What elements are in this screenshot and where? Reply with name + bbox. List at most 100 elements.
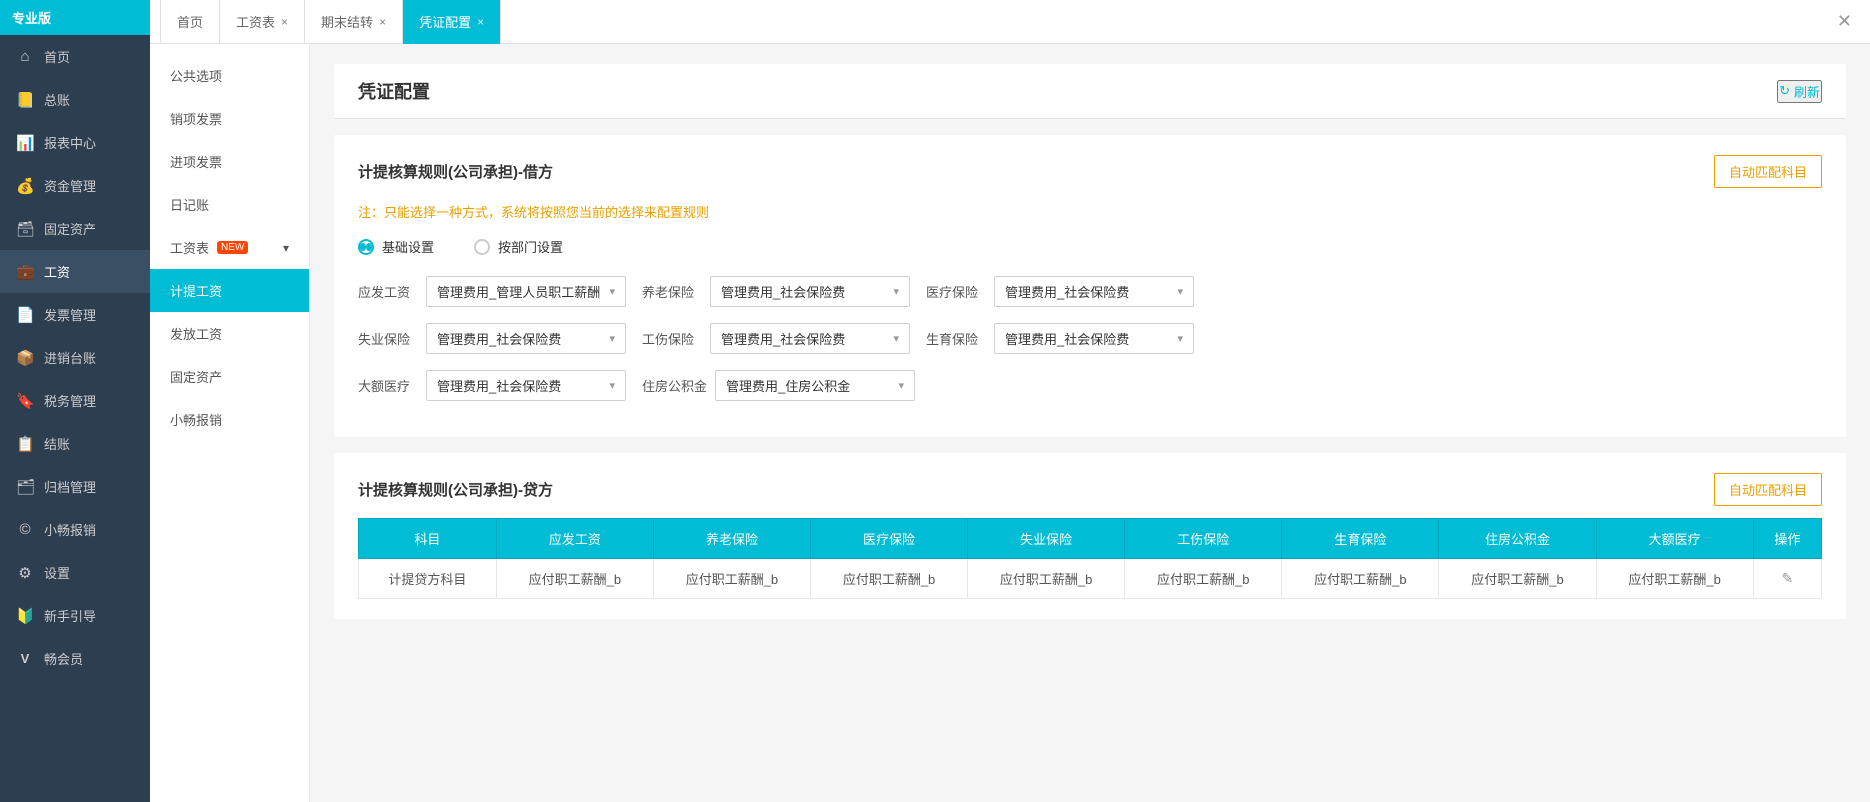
shengyu-label: 生育保险 <box>926 329 986 348</box>
yiliao-arrow-icon: ▾ <box>1177 285 1183 298</box>
left-nav-public[interactable]: 公共选项 <box>150 54 309 97</box>
ledger-icon: 📒 <box>16 91 34 109</box>
td-yiliao: 应付职工薪酬_b <box>811 559 968 599</box>
th-shengyu: 生育保险 <box>1282 519 1439 559</box>
sidebar-item-settings[interactable]: ⚙ 设置 <box>0 551 150 594</box>
section1-title-bar: 计提核算规则(公司承担)-借方 自动匹配科目 <box>358 155 1822 188</box>
payroll-icon: 💼 <box>16 263 34 281</box>
field-yanglao-insurance: 养老保险 管理费用_社会保险费 ▾ <box>642 276 910 307</box>
main-area: 首页 工资表 × 期末结转 × 凭证配置 × ✕ 公共选项 销项发票 进项发票 <box>150 0 1870 802</box>
yanglao-select[interactable]: 管理费用_社会保险费 ▾ <box>710 276 910 307</box>
left-nav-purchase-invoice-label: 进项发票 <box>170 152 222 171</box>
yingfa-wages-select[interactable]: 管理费用_管理人员职工薪酬 ▾ <box>426 276 626 307</box>
th-gongshang: 工伤保险 <box>1125 519 1282 559</box>
sidebar-item-home[interactable]: ⌂ 首页 <box>0 35 150 78</box>
settlement-icon: 📋 <box>16 435 34 453</box>
field-housing-fund: 住房公积金 管理费用_住房公积金 ▾ <box>642 370 915 401</box>
finance-icon: 💰 <box>16 177 34 195</box>
edit-row-icon[interactable]: ✎ <box>1781 570 1793 586</box>
sidebar: 专业版 ⌂ 首页 📒 总账 📊 报表中心 💰 资金管理 🗃 固定资产 💼 工资 … <box>0 0 150 802</box>
housing-fund-select[interactable]: 管理费用_住房公积金 ▾ <box>715 370 915 401</box>
left-nav-fixed-assets[interactable]: 固定资产 <box>150 355 309 398</box>
refresh-button[interactable]: ↻ 刷新 <box>1777 80 1822 103</box>
section1-title: 计提核算规则(公司承担)-借方 <box>358 161 553 182</box>
td-subject: 计提贷方科目 <box>359 559 497 599</box>
tab-period-close[interactable]: 期末结转 × <box>305 0 403 44</box>
yiliao-select[interactable]: 管理费用_社会保险费 ▾ <box>994 276 1194 307</box>
sidebar-item-label: 总账 <box>44 90 70 109</box>
sidebar-item-archive[interactable]: 🗂 归档管理 <box>0 465 150 508</box>
tab-voucher-config-close[interactable]: × <box>477 15 484 29</box>
sidebar-item-label: 结账 <box>44 434 70 453</box>
left-nav-fixed-assets-label: 固定资产 <box>170 367 222 386</box>
left-nav-calc-payroll[interactable]: 计提工资 <box>150 269 309 312</box>
td-yanglao: 应付职工薪酬_b <box>653 559 810 599</box>
right-content: 凭证配置 ↻ 刷新 计提核算规则(公司承担)-借方 自动匹配科目 注：只能选择一… <box>310 44 1870 802</box>
sidebar-item-purchase-sales[interactable]: 📦 进销台账 <box>0 336 150 379</box>
yanglao-value: 管理费用_社会保险费 <box>721 282 885 301</box>
debit-form-row-3: 大额医疗 管理费用_社会保险费 ▾ 住房公积金 管理费用_住房公积金 ▾ <box>358 370 1822 401</box>
td-gongshang: 应付职工薪酬_b <box>1125 559 1282 599</box>
xiaochangbao-icon: © <box>16 521 34 538</box>
daeyiliao-select[interactable]: 管理费用_社会保险费 ▾ <box>426 370 626 401</box>
new-badge: NEW <box>217 241 248 254</box>
sidebar-item-tax[interactable]: 🔖 税务管理 <box>0 379 150 422</box>
daeyiliao-arrow-icon: ▾ <box>609 379 615 392</box>
left-nav-payroll-table[interactable]: 工资表 NEW ▾ <box>150 226 309 269</box>
sidebar-item-label: 畅会员 <box>44 649 83 668</box>
auto-match-debit-button[interactable]: 自动匹配科目 <box>1714 155 1822 188</box>
shiye-arrow-icon: ▾ <box>609 332 615 345</box>
tab-period-close-label: 期末结转 <box>321 12 373 31</box>
tab-payroll-label: 工资表 <box>236 12 275 31</box>
basic-setting-radio[interactable]: 基础设置 <box>358 237 434 256</box>
sidebar-item-label: 小畅报销 <box>44 520 96 539</box>
tab-payroll[interactable]: 工资表 × <box>220 0 305 44</box>
auto-match-credit-button[interactable]: 自动匹配科目 <box>1714 473 1822 506</box>
sidebar-item-member[interactable]: V 畅会员 <box>0 637 150 680</box>
assets-icon: 🗃 <box>16 220 34 238</box>
daeyiliao-value: 管理费用_社会保险费 <box>437 376 601 395</box>
sidebar-item-xiaochangbao[interactable]: © 小畅报销 <box>0 508 150 551</box>
sidebar-item-general-ledger[interactable]: 📒 总账 <box>0 78 150 121</box>
td-shengyu: 应付职工薪酬_b <box>1282 559 1439 599</box>
shiye-select[interactable]: 管理费用_社会保险费 ▾ <box>426 323 626 354</box>
sidebar-item-label: 进销台账 <box>44 348 96 367</box>
sidebar-item-payroll[interactable]: 💼 工资 <box>0 250 150 293</box>
shengyu-select[interactable]: 管理费用_社会保险费 ▾ <box>994 323 1194 354</box>
left-nav-sales-invoice[interactable]: 销项发票 <box>150 97 309 140</box>
sidebar-item-label: 设置 <box>44 563 70 582</box>
credit-rules-table: 科目 应发工资 养老保险 医疗保险 失业保险 工伤保险 生育保险 住房公积金 大… <box>358 518 1822 599</box>
left-nav-xiaochangbao[interactable]: 小畅报销 <box>150 398 309 441</box>
left-nav-issue-payroll-label: 发放工资 <box>170 324 222 343</box>
field-gongshang-insurance: 工伤保险 管理费用_社会保险费 ▾ <box>642 323 910 354</box>
housing-fund-value: 管理费用_住房公积金 <box>726 376 890 395</box>
yanglao-arrow-icon: ▾ <box>893 285 899 298</box>
sidebar-item-guide[interactable]: 🔰 新手引导 <box>0 594 150 637</box>
th-action: 操作 <box>1753 519 1821 559</box>
td-shiye: 应付职工薪酬_b <box>968 559 1125 599</box>
sidebar-item-label: 新手引导 <box>44 606 96 625</box>
left-nav-journal[interactable]: 日记账 <box>150 183 309 226</box>
td-action[interactable]: ✎ <box>1753 559 1821 599</box>
field-yiliao-insurance: 医疗保险 管理费用_社会保险费 ▾ <box>926 276 1194 307</box>
sidebar-item-invoice[interactable]: 📄 发票管理 <box>0 293 150 336</box>
tab-payroll-close[interactable]: × <box>281 15 288 29</box>
yiliao-value: 管理费用_社会保险费 <box>1005 282 1169 301</box>
sidebar-item-fixed-assets[interactable]: 🗃 固定资产 <box>0 207 150 250</box>
sidebar-item-reports[interactable]: 📊 报表中心 <box>0 121 150 164</box>
left-nav-purchase-invoice[interactable]: 进项发票 <box>150 140 309 183</box>
sidebar-item-finance[interactable]: 💰 资金管理 <box>0 164 150 207</box>
th-daeyiliao: 大额医疗 <box>1596 519 1753 559</box>
tab-period-close-close[interactable]: × <box>379 15 386 29</box>
gongshang-select[interactable]: 管理费用_社会保险费 ▾ <box>710 323 910 354</box>
th-yingfa: 应发工资 <box>496 519 653 559</box>
tab-home[interactable]: 首页 <box>160 0 220 44</box>
left-nav-payroll-table-label: 工资表 <box>170 238 209 257</box>
department-setting-radio[interactable]: 按部门设置 <box>474 237 563 256</box>
left-nav-issue-payroll[interactable]: 发放工资 <box>150 312 309 355</box>
tab-voucher-config[interactable]: 凭证配置 × <box>403 0 501 44</box>
reports-icon: 📊 <box>16 134 34 152</box>
sidebar-item-settlement[interactable]: 📋 结账 <box>0 422 150 465</box>
close-all-tabs-button[interactable]: ✕ <box>1829 11 1860 32</box>
sidebar-item-label: 归档管理 <box>44 477 96 496</box>
